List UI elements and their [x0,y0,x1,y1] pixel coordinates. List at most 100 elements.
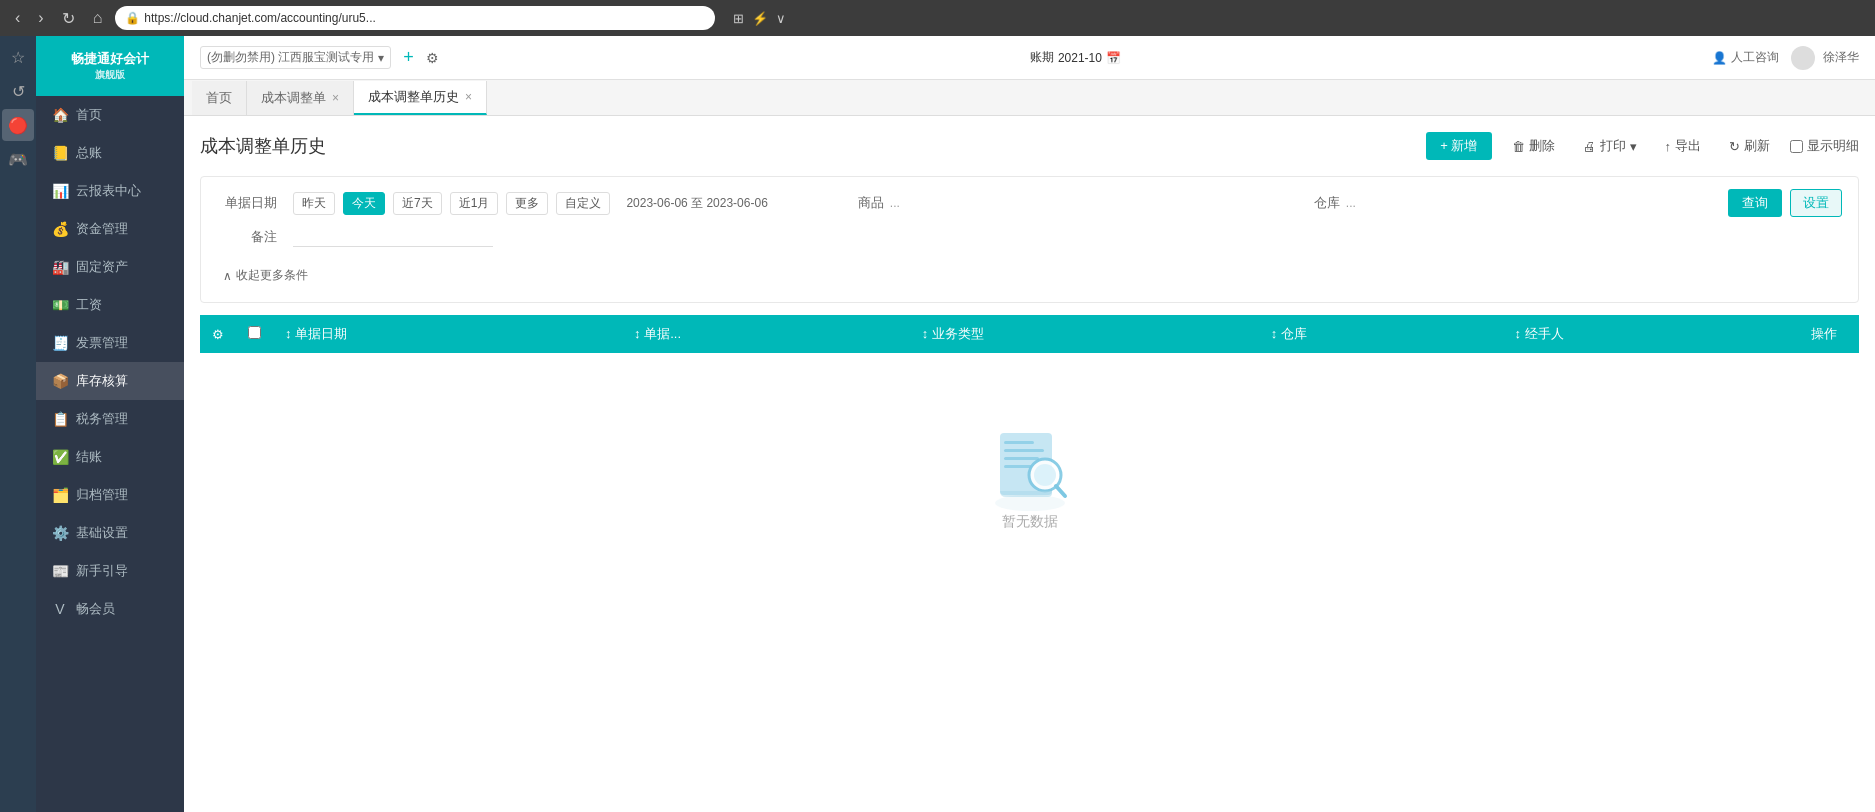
icon-bar-item-4[interactable]: 🎮 [2,143,34,175]
table-col-number[interactable]: ↕ 单据... [622,315,910,353]
sidebar-item-ledger[interactable]: 📒 总账 [36,134,184,172]
back-button[interactable]: ‹ [10,7,25,29]
browser-chrome: ‹ › ↻ ⌂ 🔒 https://cloud.chanjet.com/acco… [0,0,1875,36]
date-btn-近7天[interactable]: 近7天 [393,192,442,215]
date-range-text: 2023-06-06 至 2023-06-06 [626,195,767,212]
sidebar-label-home: 首页 [76,106,102,124]
empty-state: 暂无数据 [200,353,1859,591]
display-toggle[interactable]: 显示明细 [1790,137,1859,155]
notes-filter-label: 备注 [217,228,277,246]
sidebar-label-settings: 基础设置 [76,524,128,542]
svg-rect-3 [1004,449,1044,452]
sidebar-icon-tax: 📋 [52,411,68,427]
notes-input[interactable] [293,227,493,247]
sidebar-item-home[interactable]: 🏠 首页 [36,96,184,134]
warehouse-more[interactable]: ... [1346,196,1356,210]
goods-more[interactable]: ... [890,196,900,210]
tab-close-cost-adjust-history[interactable]: × [465,90,472,104]
refresh-icon: ↻ [1729,139,1740,154]
tab-close-cost-adjust[interactable]: × [332,91,339,105]
period-value: 2021-10 [1058,51,1102,65]
table-settings-icon[interactable]: ⚙ [212,327,224,342]
sidebar-label-archive: 归档管理 [76,486,128,504]
delete-label: 删除 [1529,137,1555,155]
sidebar-nav: 🏠 首页 📒 总账 📊 云报表中心 💰 资金管理 🏭 固定资产 💵 工资 🧾 发… [36,96,184,812]
sidebar-item-settings[interactable]: ⚙️ 基础设置 [36,514,184,552]
forward-button[interactable]: › [33,7,48,29]
date-btn-昨天[interactable]: 昨天 [293,192,335,215]
sidebar-item-invoice[interactable]: 🧾 发票管理 [36,324,184,362]
goods-filter-field: 商品 ... [824,194,1224,212]
settings-icon-topbar[interactable]: ⚙ [426,50,439,66]
sidebar-item-funds[interactable]: 💰 资金管理 [36,210,184,248]
display-toggle-checkbox[interactable] [1790,140,1803,153]
tab-cost-adjust[interactable]: 成本调整单× [247,81,354,115]
sidebar-item-guide[interactable]: 📰 新手引导 [36,552,184,590]
table-body: 暂无数据 [200,353,1859,591]
sidebar-item-reports[interactable]: 📊 云报表中心 [36,172,184,210]
col-warehouse-label: ↕ 仓库 [1271,326,1307,341]
tab-home[interactable]: 首页 [192,81,247,115]
sidebar-item-closing[interactable]: ✅ 结账 [36,438,184,476]
add-company-btn[interactable]: + [403,47,414,68]
sidebar-item-inventory[interactable]: 📦 库存核算 [36,362,184,400]
sidebar-icon-ledger: 📒 [52,145,68,161]
query-button[interactable]: 查询 [1728,189,1782,217]
notes-filter-row: 备注 [217,227,1842,247]
top-bar: (勿删勿禁用) 江西服宝测试专用 ▾ + ⚙ 账期 2021-10 📅 👤 人工… [184,36,1875,80]
col-actions-label: 操作 [1811,326,1837,341]
tab-cost-adjust-history[interactable]: 成本调整单历史 × [354,81,487,115]
sidebar-item-salary[interactable]: 💵 工资 [36,286,184,324]
company-selector[interactable]: (勿删勿禁用) 江西服宝测试专用 ▾ [200,46,391,69]
user-name-btn[interactable]: 徐泽华 [1791,46,1859,70]
filter-setting-button[interactable]: 设置 [1790,189,1842,217]
table-settings-col[interactable]: ⚙ [200,315,236,353]
table-select-all[interactable] [248,326,261,339]
table-col-business-type[interactable]: ↕ 业务类型 [910,315,1259,353]
col-date-label: ↕ 单据日期 [285,326,347,341]
table-checkbox-col[interactable] [236,315,273,353]
sidebar-item-tax[interactable]: 📋 税务管理 [36,400,184,438]
address-bar[interactable]: 🔒 https://cloud.chanjet.com/accounting/u… [115,6,715,30]
table-col-date[interactable]: ↕ 单据日期 [273,315,622,353]
tab-label-home: 首页 [206,89,232,107]
page-title: 成本调整单历史 [200,134,326,158]
goods-filter-label: 商品 [824,194,884,212]
date-btn-今天[interactable]: 今天 [343,192,385,215]
export-label: 导出 [1675,137,1701,155]
icon-bar-item-1[interactable]: ☆ [2,41,34,73]
home-button[interactable]: ⌂ [88,7,108,29]
sidebar-label-reports: 云报表中心 [76,182,141,200]
sidebar-label-fixed-assets: 固定资产 [76,258,128,276]
date-btn-自定义[interactable]: 自定义 [556,192,610,215]
sidebar-icon-guide: 📰 [52,563,68,579]
extensions-icon: ⊞ [733,11,744,26]
delete-button[interactable]: 🗑 删除 [1504,133,1563,159]
export-button[interactable]: ↑ 导出 [1657,133,1710,159]
add-button[interactable]: + 新增 [1426,132,1491,160]
sidebar-item-fixed-assets[interactable]: 🏭 固定资产 [36,248,184,286]
sidebar-label-salary: 工资 [76,296,102,314]
date-btn-近1月[interactable]: 近1月 [450,192,499,215]
icon-bar-item-2[interactable]: ↺ [2,75,34,107]
refresh-button-page[interactable]: ↻ 刷新 [1721,133,1778,159]
logo-sub-text: 旗舰版 [71,68,149,82]
tab-label-cost-adjust-history: 成本调整单历史 [368,88,459,106]
print-button[interactable]: 🖨 打印 ▾ [1575,133,1645,159]
icon-bar-item-3[interactable]: 🔴 [2,109,34,141]
sidebar-label-invoice: 发票管理 [76,334,128,352]
sidebar-item-archive[interactable]: 🗂️ 归档管理 [36,476,184,514]
dropdown-icon[interactable]: ∨ [776,11,786,26]
sidebar-item-member[interactable]: V 畅会员 [36,590,184,628]
lock-icon: 🔒 [125,11,140,25]
calendar-icon[interactable]: 📅 [1106,51,1121,65]
table-col-handler[interactable]: ↕ 经手人 [1503,315,1799,353]
print-dropdown-icon: ▾ [1630,139,1637,154]
user-service-btn[interactable]: 👤 人工咨询 [1712,49,1779,66]
delete-icon: 🗑 [1512,139,1525,154]
refresh-button[interactable]: ↻ [57,7,80,30]
date-btn-更多[interactable]: 更多 [506,192,548,215]
table-col-warehouse[interactable]: ↕ 仓库 [1259,315,1503,353]
collapse-btn[interactable]: ∧ 收起更多条件 [217,261,1842,290]
display-toggle-label: 显示明细 [1807,137,1859,155]
